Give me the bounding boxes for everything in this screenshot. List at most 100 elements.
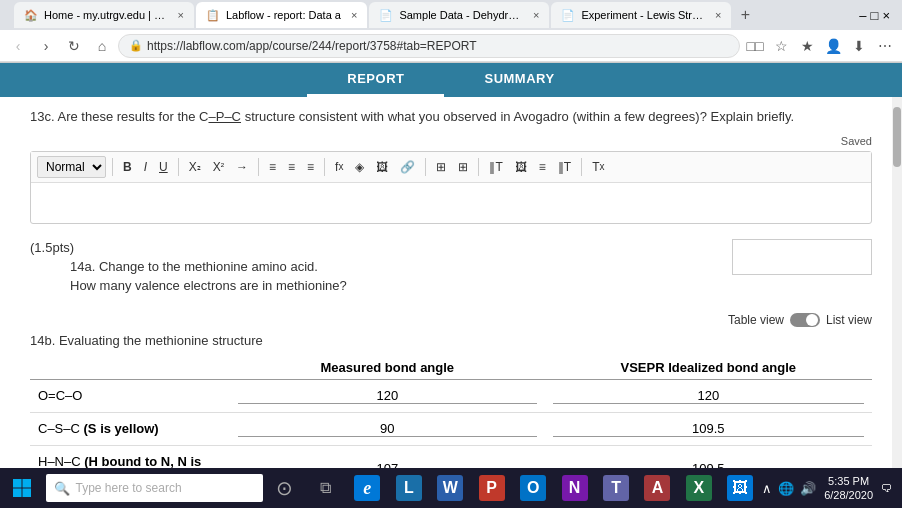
tab-close[interactable]: ×: [178, 9, 184, 21]
view-toggle-switch[interactable]: [790, 313, 820, 327]
table-button[interactable]: ⊞: [432, 156, 450, 178]
notification-icon[interactable]: 🗨: [881, 482, 892, 494]
italic-button[interactable]: I: [140, 156, 151, 178]
network-icon[interactable]: 🌐: [778, 481, 794, 496]
vsepr-oco-input[interactable]: [553, 388, 864, 404]
tab-report[interactable]: REPORT: [307, 63, 444, 97]
scrollbar[interactable]: [892, 97, 902, 469]
measured-csc[interactable]: [230, 412, 545, 445]
windows-logo: [12, 478, 32, 498]
favorites-icon[interactable]: ☆: [770, 35, 792, 57]
taskbar-taskview[interactable]: ⧉: [306, 469, 345, 507]
measured-oco-input[interactable]: [238, 388, 537, 404]
tab-sample-data[interactable]: 📄 Sample Data - Dehydration ×: [369, 2, 549, 28]
text-style-button[interactable]: ‖T: [485, 156, 506, 178]
taskbar-powerpoint[interactable]: P: [472, 469, 511, 507]
editor-body[interactable]: [31, 183, 871, 223]
taskbar-search[interactable]: 🔍 Type here to search: [46, 474, 263, 502]
tab-experiment[interactable]: 📄 Experiment - Lewis Structur ×: [551, 2, 731, 28]
toolbar-divider-4: [324, 158, 325, 176]
tab-summary[interactable]: SUMMARY: [444, 63, 594, 97]
superscript-button[interactable]: X²: [209, 156, 228, 178]
link-button[interactable]: 🔗: [396, 156, 419, 178]
measured-oco[interactable]: [230, 379, 545, 412]
tab-close[interactable]: ×: [533, 9, 539, 21]
underline-button[interactable]: U: [155, 156, 172, 178]
maximize-button[interactable]: □: [871, 8, 879, 23]
special-char-button[interactable]: ◈: [351, 156, 368, 178]
arrow-button[interactable]: →: [232, 156, 252, 178]
clear-format-button[interactable]: Tx: [588, 156, 608, 178]
measured-csc-input[interactable]: [238, 421, 537, 437]
url-bar[interactable]: 🔒 https://labflow.com/app/course/244/rep…: [118, 34, 740, 58]
vsepr-oco[interactable]: [545, 379, 872, 412]
bold-button[interactable]: B: [119, 156, 136, 178]
taskbar-photos[interactable]: 🖼: [721, 469, 760, 507]
tab-bar: 🏠 Home - my.utrgv.edu | Hom × 📋 Labflow …: [0, 0, 902, 30]
align-center-button[interactable]: ≡: [284, 156, 299, 178]
indent-button[interactable]: ‖T: [554, 156, 575, 178]
question-14a-label: 14a. Change to the methionine amino acid…: [70, 259, 732, 274]
answer-14a-input[interactable]: [732, 239, 872, 275]
tab-close[interactable]: ×: [351, 9, 357, 21]
question-13c-text: 13c. Are these results for the C–P–C str…: [30, 107, 872, 127]
formula-note-2: (H bound to N, N is blue): [38, 454, 201, 470]
bond-formula-oco: O=C–O: [30, 379, 230, 412]
tab-close[interactable]: ×: [715, 9, 721, 21]
taskbar-edge[interactable]: e: [348, 469, 387, 507]
profile-icon[interactable]: 👤: [822, 35, 844, 57]
report-navigation: REPORT SUMMARY: [0, 63, 902, 97]
formula-note: (S is yellow): [84, 421, 159, 436]
taskbar-access[interactable]: A: [638, 469, 677, 507]
downloads-icon[interactable]: ⬇: [848, 35, 870, 57]
taskbar-word[interactable]: W: [431, 469, 470, 507]
taskbar-outlook[interactable]: O: [513, 469, 552, 507]
taskbar-excel[interactable]: X: [679, 469, 718, 507]
system-clock[interactable]: 5:35 PM 6/28/2020: [824, 474, 873, 503]
browser-action-icons: □□ ☆ ★ 👤 ⬇ ⋯: [744, 35, 896, 57]
volume-icon[interactable]: 🔊: [800, 481, 816, 496]
align-left-button[interactable]: ≡: [265, 156, 280, 178]
list-style-button[interactable]: ≡: [535, 156, 550, 178]
reading-view-icon[interactable]: □□: [744, 35, 766, 57]
bond-formula-hnc: H–N–C (H bound to N, N is blue): [30, 445, 230, 469]
close-button[interactable]: ×: [882, 8, 890, 23]
taskbar-labflow[interactable]: L: [389, 469, 428, 507]
edge-icon: e: [354, 475, 380, 501]
forward-button[interactable]: ›: [34, 34, 58, 58]
url-text: https://labflow.com/app/course/244/repor…: [147, 39, 477, 53]
question-14b: 14b. Evaluating the methionine structure…: [30, 333, 872, 470]
image-style-button[interactable]: 🖼: [511, 156, 531, 178]
table-row: C–S–C (S is yellow): [30, 412, 872, 445]
vsepr-csc[interactable]: [545, 412, 872, 445]
taskbar-teams[interactable]: T: [596, 469, 635, 507]
format-select[interactable]: Normal: [37, 156, 106, 178]
favorites-bar-icon[interactable]: ★: [796, 35, 818, 57]
new-tab-button[interactable]: +: [733, 3, 757, 27]
taskbar-cortana[interactable]: ⊙: [265, 469, 304, 507]
measured-hnc[interactable]: [230, 445, 545, 469]
tab-labflow[interactable]: 📋 Labflow - report: Data a ×: [196, 2, 367, 28]
vsepr-hnc[interactable]: [545, 445, 872, 469]
table-insert-button[interactable]: ⊞: [454, 156, 472, 178]
minimize-button[interactable]: –: [859, 8, 866, 23]
start-button[interactable]: [4, 470, 40, 506]
scrollbar-thumb[interactable]: [893, 107, 901, 167]
tab-label: Experiment - Lewis Structur: [581, 9, 705, 21]
refresh-button[interactable]: ↻: [62, 34, 86, 58]
tab-icon: 📄: [379, 9, 393, 22]
taskview-icon: ⧉: [320, 479, 331, 497]
image-button[interactable]: 🖼: [372, 156, 392, 178]
tab-home[interactable]: 🏠 Home - my.utrgv.edu | Hom ×: [14, 2, 194, 28]
more-icon[interactable]: ⋯: [874, 35, 896, 57]
taskbar-onenote[interactable]: N: [555, 469, 594, 507]
chevron-icon[interactable]: ∧: [762, 481, 772, 496]
back-button[interactable]: ‹: [6, 34, 30, 58]
formula-button[interactable]: fx: [331, 156, 347, 178]
subscript-button[interactable]: X₂: [185, 156, 205, 178]
vsepr-csc-input[interactable]: [553, 421, 864, 437]
home-button[interactable]: ⌂: [90, 34, 114, 58]
browser-chrome: 🏠 Home - my.utrgv.edu | Hom × 📋 Labflow …: [0, 0, 902, 63]
align-right-button[interactable]: ≡: [303, 156, 318, 178]
access-icon: A: [644, 475, 670, 501]
